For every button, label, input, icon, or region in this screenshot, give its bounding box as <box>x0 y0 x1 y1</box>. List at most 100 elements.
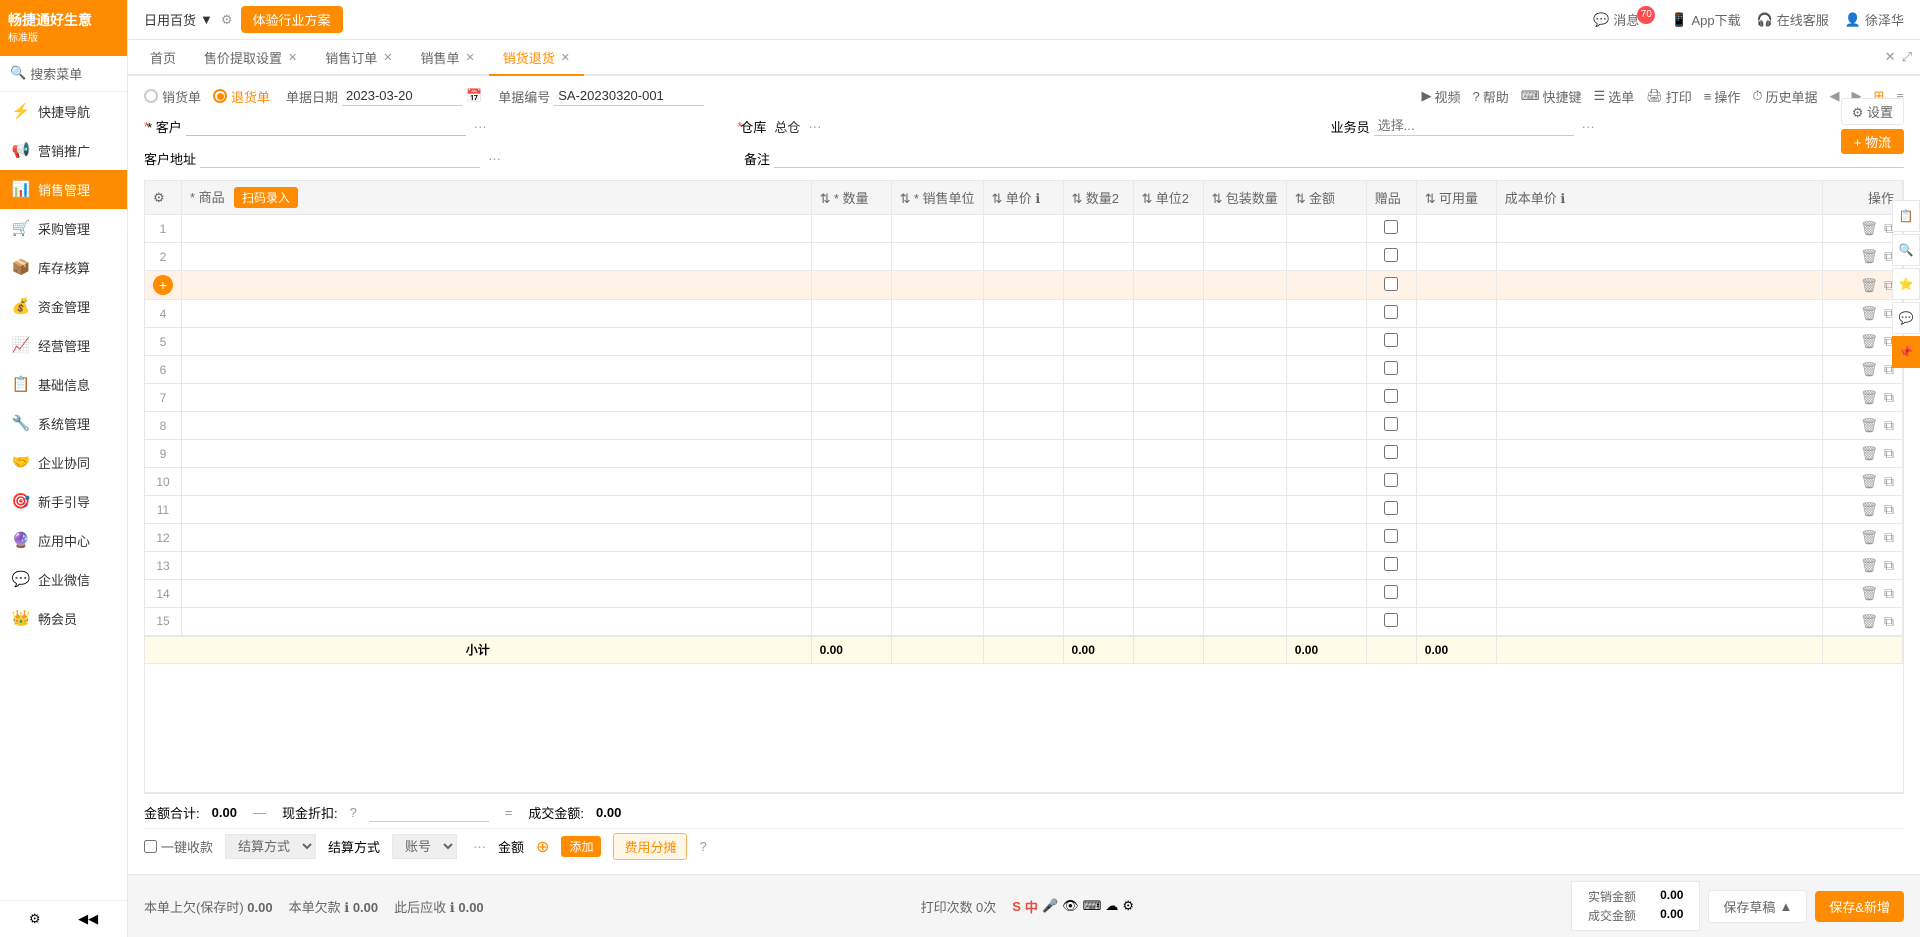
unit-cell-9[interactable] <box>891 440 983 468</box>
qty2-cell-5[interactable] <box>1063 328 1133 356</box>
product-cell-8[interactable] <box>182 412 812 440</box>
radio-shipment[interactable]: 销货单 <box>144 87 201 106</box>
pack-qty-cell-11[interactable] <box>1203 496 1286 524</box>
gift-cell-8[interactable] <box>1366 412 1416 440</box>
gift-cell-7[interactable] <box>1366 384 1416 412</box>
unit2-cell-6[interactable] <box>1133 356 1203 384</box>
available-cell-8[interactable] <box>1416 412 1496 440</box>
tab-price-settings[interactable]: 售价提取设置 ✕ <box>190 40 311 76</box>
tab-return[interactable]: 销货退货 ✕ <box>489 40 584 76</box>
qty2-cell-3[interactable] <box>1063 271 1133 300</box>
quick-payment-input[interactable] <box>144 840 157 853</box>
calc-method-select[interactable]: 结算方式 <box>225 834 316 859</box>
gift-cell-5[interactable] <box>1366 328 1416 356</box>
price-cell-2[interactable] <box>983 243 1063 271</box>
delete-row-btn-8[interactable]: 🗑 <box>1860 417 1878 434</box>
product-input-8[interactable] <box>190 418 803 433</box>
price-cell-8[interactable] <box>983 412 1063 440</box>
unit2-cell-15[interactable] <box>1133 608 1203 636</box>
qty2-cell-2[interactable] <box>1063 243 1133 271</box>
ime-eye-icon[interactable]: 👁 <box>1062 898 1079 914</box>
exp-btn[interactable]: 体验行业方案 <box>241 6 343 33</box>
salesperson-input[interactable] <box>1374 116 1574 136</box>
tab-home[interactable]: 首页 <box>136 40 190 76</box>
unit2-cell-8[interactable] <box>1133 412 1203 440</box>
pack-qty-cell-7[interactable] <box>1203 384 1286 412</box>
pack-qty-cell-14[interactable] <box>1203 580 1286 608</box>
available-cell-10[interactable] <box>1416 468 1496 496</box>
amount-cell-4[interactable] <box>1286 300 1366 328</box>
product-input-3[interactable] <box>190 278 803 293</box>
right-panel-btn-5[interactable]: 📌 <box>1892 336 1920 368</box>
pack-qty-cell-1[interactable] <box>1203 215 1286 243</box>
discount-help-icon[interactable]: ? <box>350 805 357 820</box>
cost-price-cell-5[interactable] <box>1496 328 1822 356</box>
qty2-cell-12[interactable] <box>1063 524 1133 552</box>
delete-row-btn-10[interactable]: 🗑 <box>1860 473 1878 490</box>
ime-keyboard-icon[interactable]: ⌨ <box>1083 898 1102 914</box>
maximize-icon[interactable]: ⤢ <box>1902 49 1912 65</box>
qty-cell-3[interactable] <box>811 271 891 300</box>
product-input-6[interactable] <box>190 362 803 377</box>
product-cell-14[interactable] <box>182 580 812 608</box>
sidebar-item-caigou[interactable]: 🛒 采购管理 <box>0 209 127 248</box>
qty2-cell-9[interactable] <box>1063 440 1133 468</box>
qty2-cell-10[interactable] <box>1063 468 1133 496</box>
product-cell-2[interactable] <box>182 243 812 271</box>
add-btn[interactable]: 添加 <box>561 836 601 857</box>
unit2-cell-10[interactable] <box>1133 468 1203 496</box>
price-cell-6[interactable] <box>983 356 1063 384</box>
qty2-cell-8[interactable] <box>1063 412 1133 440</box>
tab-sales-order[interactable]: 销售订单 ✕ <box>311 40 406 76</box>
pack-qty-cell-8[interactable] <box>1203 412 1286 440</box>
sidebar-item-yingyong[interactable]: 🔮 应用中心 <box>0 521 127 560</box>
delete-row-btn-1[interactable]: 🗑 <box>1860 220 1878 237</box>
copy-row-btn-11[interactable]: ⧉ <box>1884 501 1894 518</box>
gift-checkbox-1[interactable] <box>1384 220 1398 234</box>
cost-price-cell-10[interactable] <box>1496 468 1822 496</box>
sidebar-item-kucun[interactable]: 📦 库存核算 <box>0 248 127 287</box>
qty-cell-12[interactable] <box>811 524 891 552</box>
product-input-11[interactable] <box>190 502 803 517</box>
qty2-cell-13[interactable] <box>1063 552 1133 580</box>
unit-cell-2[interactable] <box>891 243 983 271</box>
amount-cell-1[interactable] <box>1286 215 1366 243</box>
pack-qty-cell-5[interactable] <box>1203 328 1286 356</box>
right-panel-btn-4[interactable]: 💬 <box>1892 302 1920 334</box>
gift-cell-2[interactable] <box>1366 243 1416 271</box>
quick-payment-checkbox[interactable]: 一键收款 <box>144 837 213 856</box>
available-cell-13[interactable] <box>1416 552 1496 580</box>
shortcut-btn[interactable]: ⌨ 快捷键 <box>1521 87 1582 106</box>
gift-checkbox-9[interactable] <box>1384 445 1398 459</box>
gift-checkbox-4[interactable] <box>1384 305 1398 319</box>
gift-cell-6[interactable] <box>1366 356 1416 384</box>
qty-cell-10[interactable] <box>811 468 891 496</box>
unit-cell-12[interactable] <box>891 524 983 552</box>
cost-price-cell-1[interactable] <box>1496 215 1822 243</box>
gift-cell-12[interactable] <box>1366 524 1416 552</box>
amount-cell-14[interactable] <box>1286 580 1366 608</box>
qty2-cell-14[interactable] <box>1063 580 1133 608</box>
amount-cell-11[interactable] <box>1286 496 1366 524</box>
unit2-cell-5[interactable] <box>1133 328 1203 356</box>
product-input-5[interactable] <box>190 334 803 349</box>
account-select[interactable]: 账号 <box>392 834 457 859</box>
collapse-icon[interactable]: ◀◀ <box>78 911 98 927</box>
qty-cell-15[interactable] <box>811 608 891 636</box>
amount-cell-12[interactable] <box>1286 524 1366 552</box>
available-cell-3[interactable] <box>1416 271 1496 300</box>
product-input-9[interactable] <box>190 446 803 461</box>
gift-cell-3[interactable] <box>1366 271 1416 300</box>
industry-select[interactable]: 日用百货 ▼ <box>144 10 213 29</box>
unit-cell-1[interactable] <box>891 215 983 243</box>
copy-row-btn-10[interactable]: ⧉ <box>1884 473 1894 490</box>
unit-cell-11[interactable] <box>891 496 983 524</box>
settings-btn[interactable]: ⚙ 设置 <box>1841 98 1904 125</box>
sidebar-item-qiye[interactable]: 🤝 企业协同 <box>0 443 127 482</box>
qty2-cell-1[interactable] <box>1063 215 1133 243</box>
copy-row-btn-9[interactable]: ⧉ <box>1884 445 1894 462</box>
gift-checkbox-6[interactable] <box>1384 361 1398 375</box>
copy-row-btn-8[interactable]: ⧉ <box>1884 417 1894 434</box>
gift-checkbox-10[interactable] <box>1384 473 1398 487</box>
product-cell-9[interactable] <box>182 440 812 468</box>
